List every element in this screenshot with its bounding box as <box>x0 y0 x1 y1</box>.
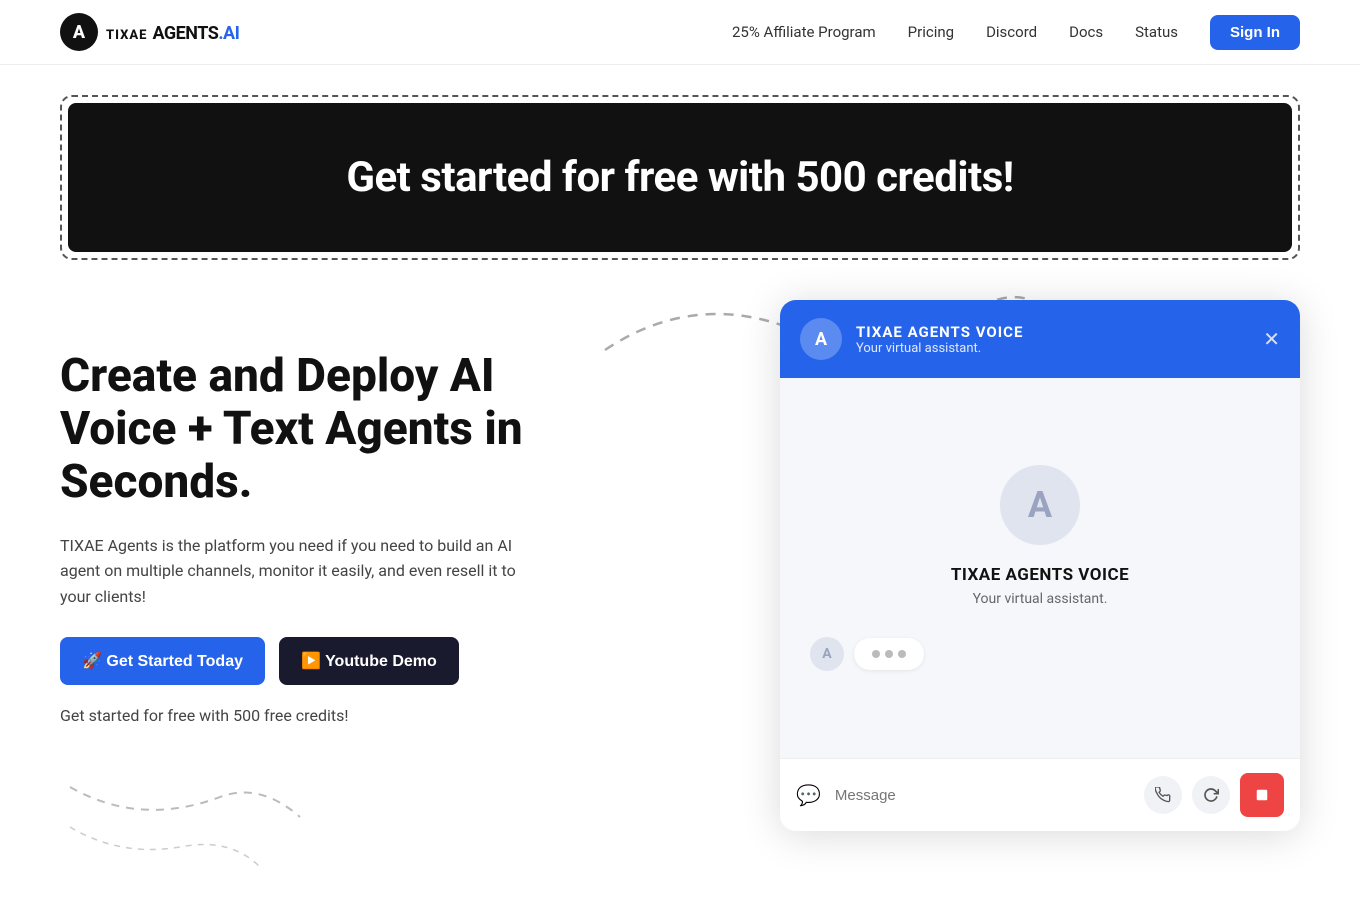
cta-button-group: 🚀 Get Started Today ▶️ Youtube Demo <box>60 637 720 685</box>
hero-banner-text: Get started for free with 500 credits! <box>108 153 1252 202</box>
nav-pricing[interactable]: Pricing <box>908 23 954 41</box>
logo-text: TIXAE AGENTS.AI <box>106 20 239 45</box>
nav-links: 25% Affiliate Program Pricing Discord Do… <box>732 15 1300 50</box>
chat-header-info: TIXAE AGENTS VOICE Your virtual assistan… <box>856 323 1023 356</box>
nav-status[interactable]: Status <box>1135 23 1178 41</box>
hero-banner: Get started for free with 500 credits! <box>68 103 1292 252</box>
dot-2 <box>885 650 893 658</box>
phone-icon <box>1155 787 1171 803</box>
chat-header: A TIXAE AGENTS VOICE Your virtual assist… <box>780 300 1300 378</box>
chat-header-title: TIXAE AGENTS VOICE <box>856 323 1023 341</box>
chat-message-input[interactable] <box>835 787 1134 804</box>
decorative-dashes-bottom <box>60 767 320 897</box>
chat-body: A TIXAE AGENTS VOICE Your virtual assist… <box>780 378 1300 758</box>
nav-affiliate[interactable]: 25% Affiliate Program <box>732 23 876 41</box>
typing-avatar: A <box>810 637 844 671</box>
logo-icon: A <box>60 13 98 51</box>
left-column: Create and Deploy AI Voice + Text Agents… <box>60 270 780 901</box>
phone-button[interactable] <box>1144 776 1182 814</box>
signin-button[interactable]: Sign In <box>1210 15 1300 50</box>
logo-area[interactable]: A TIXAE AGENTS.AI <box>60 13 239 51</box>
youtube-demo-button[interactable]: ▶️ Youtube Demo <box>279 637 459 685</box>
main-content: Create and Deploy AI Voice + Text Agents… <box>60 270 1300 901</box>
dot-1 <box>872 650 880 658</box>
agent-avatar-large: A <box>1000 465 1080 545</box>
chat-header-subtitle: Your virtual assistant. <box>856 341 1023 356</box>
chat-widget: A TIXAE AGENTS VOICE Your virtual assist… <box>780 300 1300 831</box>
refresh-button[interactable] <box>1192 776 1230 814</box>
free-credits-text: Get started for free with 500 free credi… <box>60 703 520 729</box>
get-started-button[interactable]: 🚀 Get Started Today <box>60 637 265 685</box>
refresh-icon <box>1203 787 1219 803</box>
chat-header-avatar: A <box>800 318 842 360</box>
chat-footer: 💬 <box>780 758 1300 831</box>
right-column: A TIXAE AGENTS VOICE Your virtual assist… <box>780 270 1300 901</box>
chat-close-button[interactable]: ✕ <box>1263 327 1280 352</box>
dot-3 <box>898 650 906 658</box>
navbar: A TIXAE AGENTS.AI 25% Affiliate Program … <box>0 0 1360 65</box>
hero-heading: Create and Deploy AI Voice + Text Agents… <box>60 350 720 509</box>
nav-discord[interactable]: Discord <box>986 23 1037 41</box>
stop-button[interactable] <box>1240 773 1284 817</box>
message-icon: 💬 <box>796 783 821 807</box>
typing-bubble-row: A <box>800 637 1280 671</box>
agent-name: TIXAE AGENTS VOICE <box>951 565 1129 585</box>
nav-docs[interactable]: Docs <box>1069 23 1103 41</box>
typing-dots-bubble <box>854 638 924 670</box>
hero-description: TIXAE Agents is the platform you need if… <box>60 533 520 610</box>
agent-description: Your virtual assistant. <box>973 591 1108 607</box>
hero-banner-wrapper: Get started for free with 500 credits! <box>60 95 1300 260</box>
stop-icon <box>1255 788 1269 802</box>
